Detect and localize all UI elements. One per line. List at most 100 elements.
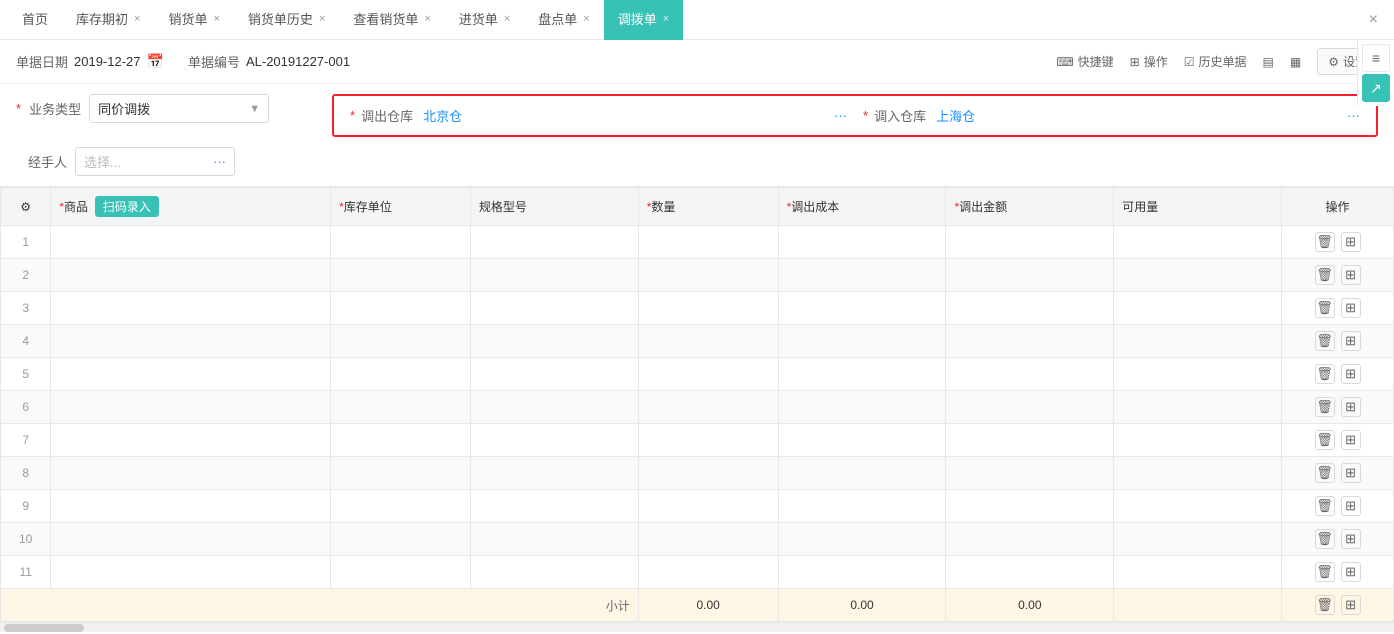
tab-purchase[interactable]: 进货单 ×: [445, 0, 524, 40]
cell-goods-2[interactable]: [51, 259, 331, 292]
gear-icon[interactable]: ⚙: [20, 200, 31, 214]
cell-spec-4[interactable]: [470, 325, 638, 358]
cell-goods-11[interactable]: [51, 556, 331, 589]
handler-select[interactable]: 选择... ···: [75, 147, 235, 176]
cell-amount-10[interactable]: [946, 523, 1114, 556]
cell-amount-2[interactable]: [946, 259, 1114, 292]
cell-available-10[interactable]: [1114, 523, 1282, 556]
cell-unit-10[interactable]: [331, 523, 471, 556]
layout1-action[interactable]: ▤: [1263, 55, 1274, 69]
cell-cost-1[interactable]: [778, 226, 946, 259]
cell-available-9[interactable]: [1114, 490, 1282, 523]
cell-cost-11[interactable]: [778, 556, 946, 589]
source-warehouse-more[interactable]: ···: [834, 108, 847, 123]
copy-icon-11[interactable]: ⊞: [1341, 562, 1361, 582]
cell-cost-7[interactable]: [778, 424, 946, 457]
cell-qty-8[interactable]: [638, 457, 778, 490]
delete-icon-6[interactable]: 🗑: [1315, 397, 1335, 417]
cell-qty-9[interactable]: [638, 490, 778, 523]
cell-cost-4[interactable]: [778, 325, 946, 358]
cell-qty-2[interactable]: [638, 259, 778, 292]
tab-close-inventory-open[interactable]: ×: [134, 13, 140, 25]
cell-unit-5[interactable]: [331, 358, 471, 391]
window-close-button[interactable]: ×: [1361, 11, 1386, 29]
cell-qty-11[interactable]: [638, 556, 778, 589]
cell-goods-6[interactable]: [51, 391, 331, 424]
cell-goods-9[interactable]: [51, 490, 331, 523]
cell-available-5[interactable]: [1114, 358, 1282, 391]
copy-icon-3[interactable]: ⊞: [1341, 298, 1361, 318]
cell-amount-7[interactable]: [946, 424, 1114, 457]
cell-cost-8[interactable]: [778, 457, 946, 490]
cell-spec-8[interactable]: [470, 457, 638, 490]
delete-icon-3[interactable]: 🗑: [1315, 298, 1335, 318]
target-warehouse-more[interactable]: ···: [1347, 108, 1360, 123]
operate-action[interactable]: ⊞ 操作: [1130, 53, 1168, 70]
cell-cost-2[interactable]: [778, 259, 946, 292]
copy-icon-6[interactable]: ⊞: [1341, 397, 1361, 417]
cell-qty-1[interactable]: [638, 226, 778, 259]
cell-amount-9[interactable]: [946, 490, 1114, 523]
cell-spec-11[interactable]: [470, 556, 638, 589]
sidebar-list-icon[interactable]: ≡: [1362, 44, 1390, 72]
cell-unit-9[interactable]: [331, 490, 471, 523]
cell-amount-3[interactable]: [946, 292, 1114, 325]
tab-close-sales-history[interactable]: ×: [319, 13, 325, 25]
cell-unit-1[interactable]: [331, 226, 471, 259]
delete-icon-10[interactable]: 🗑: [1315, 529, 1335, 549]
copy-icon-1[interactable]: ⊞: [1341, 232, 1361, 252]
cell-qty-6[interactable]: [638, 391, 778, 424]
tab-close-sales-order[interactable]: ×: [213, 13, 219, 25]
tab-close-purchase[interactable]: ×: [504, 13, 510, 25]
cell-spec-7[interactable]: [470, 424, 638, 457]
cell-available-2[interactable]: [1114, 259, 1282, 292]
cell-unit-7[interactable]: [331, 424, 471, 457]
cell-unit-4[interactable]: [331, 325, 471, 358]
cell-amount-6[interactable]: [946, 391, 1114, 424]
tab-sales-history[interactable]: 销货单历史 ×: [234, 0, 339, 40]
copy-icon-9[interactable]: ⊞: [1341, 496, 1361, 516]
cell-cost-9[interactable]: [778, 490, 946, 523]
cell-available-4[interactable]: [1114, 325, 1282, 358]
subtotal-copy-icon[interactable]: ⊞: [1341, 595, 1361, 615]
cell-cost-6[interactable]: [778, 391, 946, 424]
cell-cost-10[interactable]: [778, 523, 946, 556]
layout2-action[interactable]: ▦: [1290, 55, 1301, 69]
tab-inventory[interactable]: 盘点单 ×: [524, 0, 603, 40]
tab-inventory-open[interactable]: 库存期初 ×: [62, 0, 154, 40]
delete-icon-7[interactable]: 🗑: [1315, 430, 1335, 450]
cell-qty-3[interactable]: [638, 292, 778, 325]
delete-icon-4[interactable]: 🗑: [1315, 331, 1335, 351]
cell-available-7[interactable]: [1114, 424, 1282, 457]
cell-available-8[interactable]: [1114, 457, 1282, 490]
cell-qty-5[interactable]: [638, 358, 778, 391]
delete-icon-11[interactable]: 🗑: [1315, 562, 1335, 582]
cell-unit-6[interactable]: [331, 391, 471, 424]
business-type-select[interactable]: 同价调拨 ▼: [89, 94, 269, 123]
shortcut-action[interactable]: ⌨ 快捷键: [1056, 53, 1113, 70]
cell-unit-2[interactable]: [331, 259, 471, 292]
cell-goods-1[interactable]: [51, 226, 331, 259]
tab-close-inventory[interactable]: ×: [583, 13, 589, 25]
tab-close-transfer[interactable]: ×: [663, 13, 669, 25]
cell-spec-2[interactable]: [470, 259, 638, 292]
cell-unit-3[interactable]: [331, 292, 471, 325]
cell-available-11[interactable]: [1114, 556, 1282, 589]
copy-icon-4[interactable]: ⊞: [1341, 331, 1361, 351]
cell-spec-3[interactable]: [470, 292, 638, 325]
cell-qty-10[interactable]: [638, 523, 778, 556]
cell-goods-7[interactable]: [51, 424, 331, 457]
cell-goods-3[interactable]: [51, 292, 331, 325]
tab-sales-order[interactable]: 销货单 ×: [154, 0, 233, 40]
cell-spec-5[interactable]: [470, 358, 638, 391]
copy-icon-8[interactable]: ⊞: [1341, 463, 1361, 483]
cell-cost-3[interactable]: [778, 292, 946, 325]
cell-cost-5[interactable]: [778, 358, 946, 391]
copy-icon-2[interactable]: ⊞: [1341, 265, 1361, 285]
horizontal-scrollbar[interactable]: [0, 622, 1394, 632]
cell-spec-1[interactable]: [470, 226, 638, 259]
calendar-icon[interactable]: 📅: [147, 53, 164, 70]
cell-goods-5[interactable]: [51, 358, 331, 391]
cell-amount-8[interactable]: [946, 457, 1114, 490]
cell-available-3[interactable]: [1114, 292, 1282, 325]
